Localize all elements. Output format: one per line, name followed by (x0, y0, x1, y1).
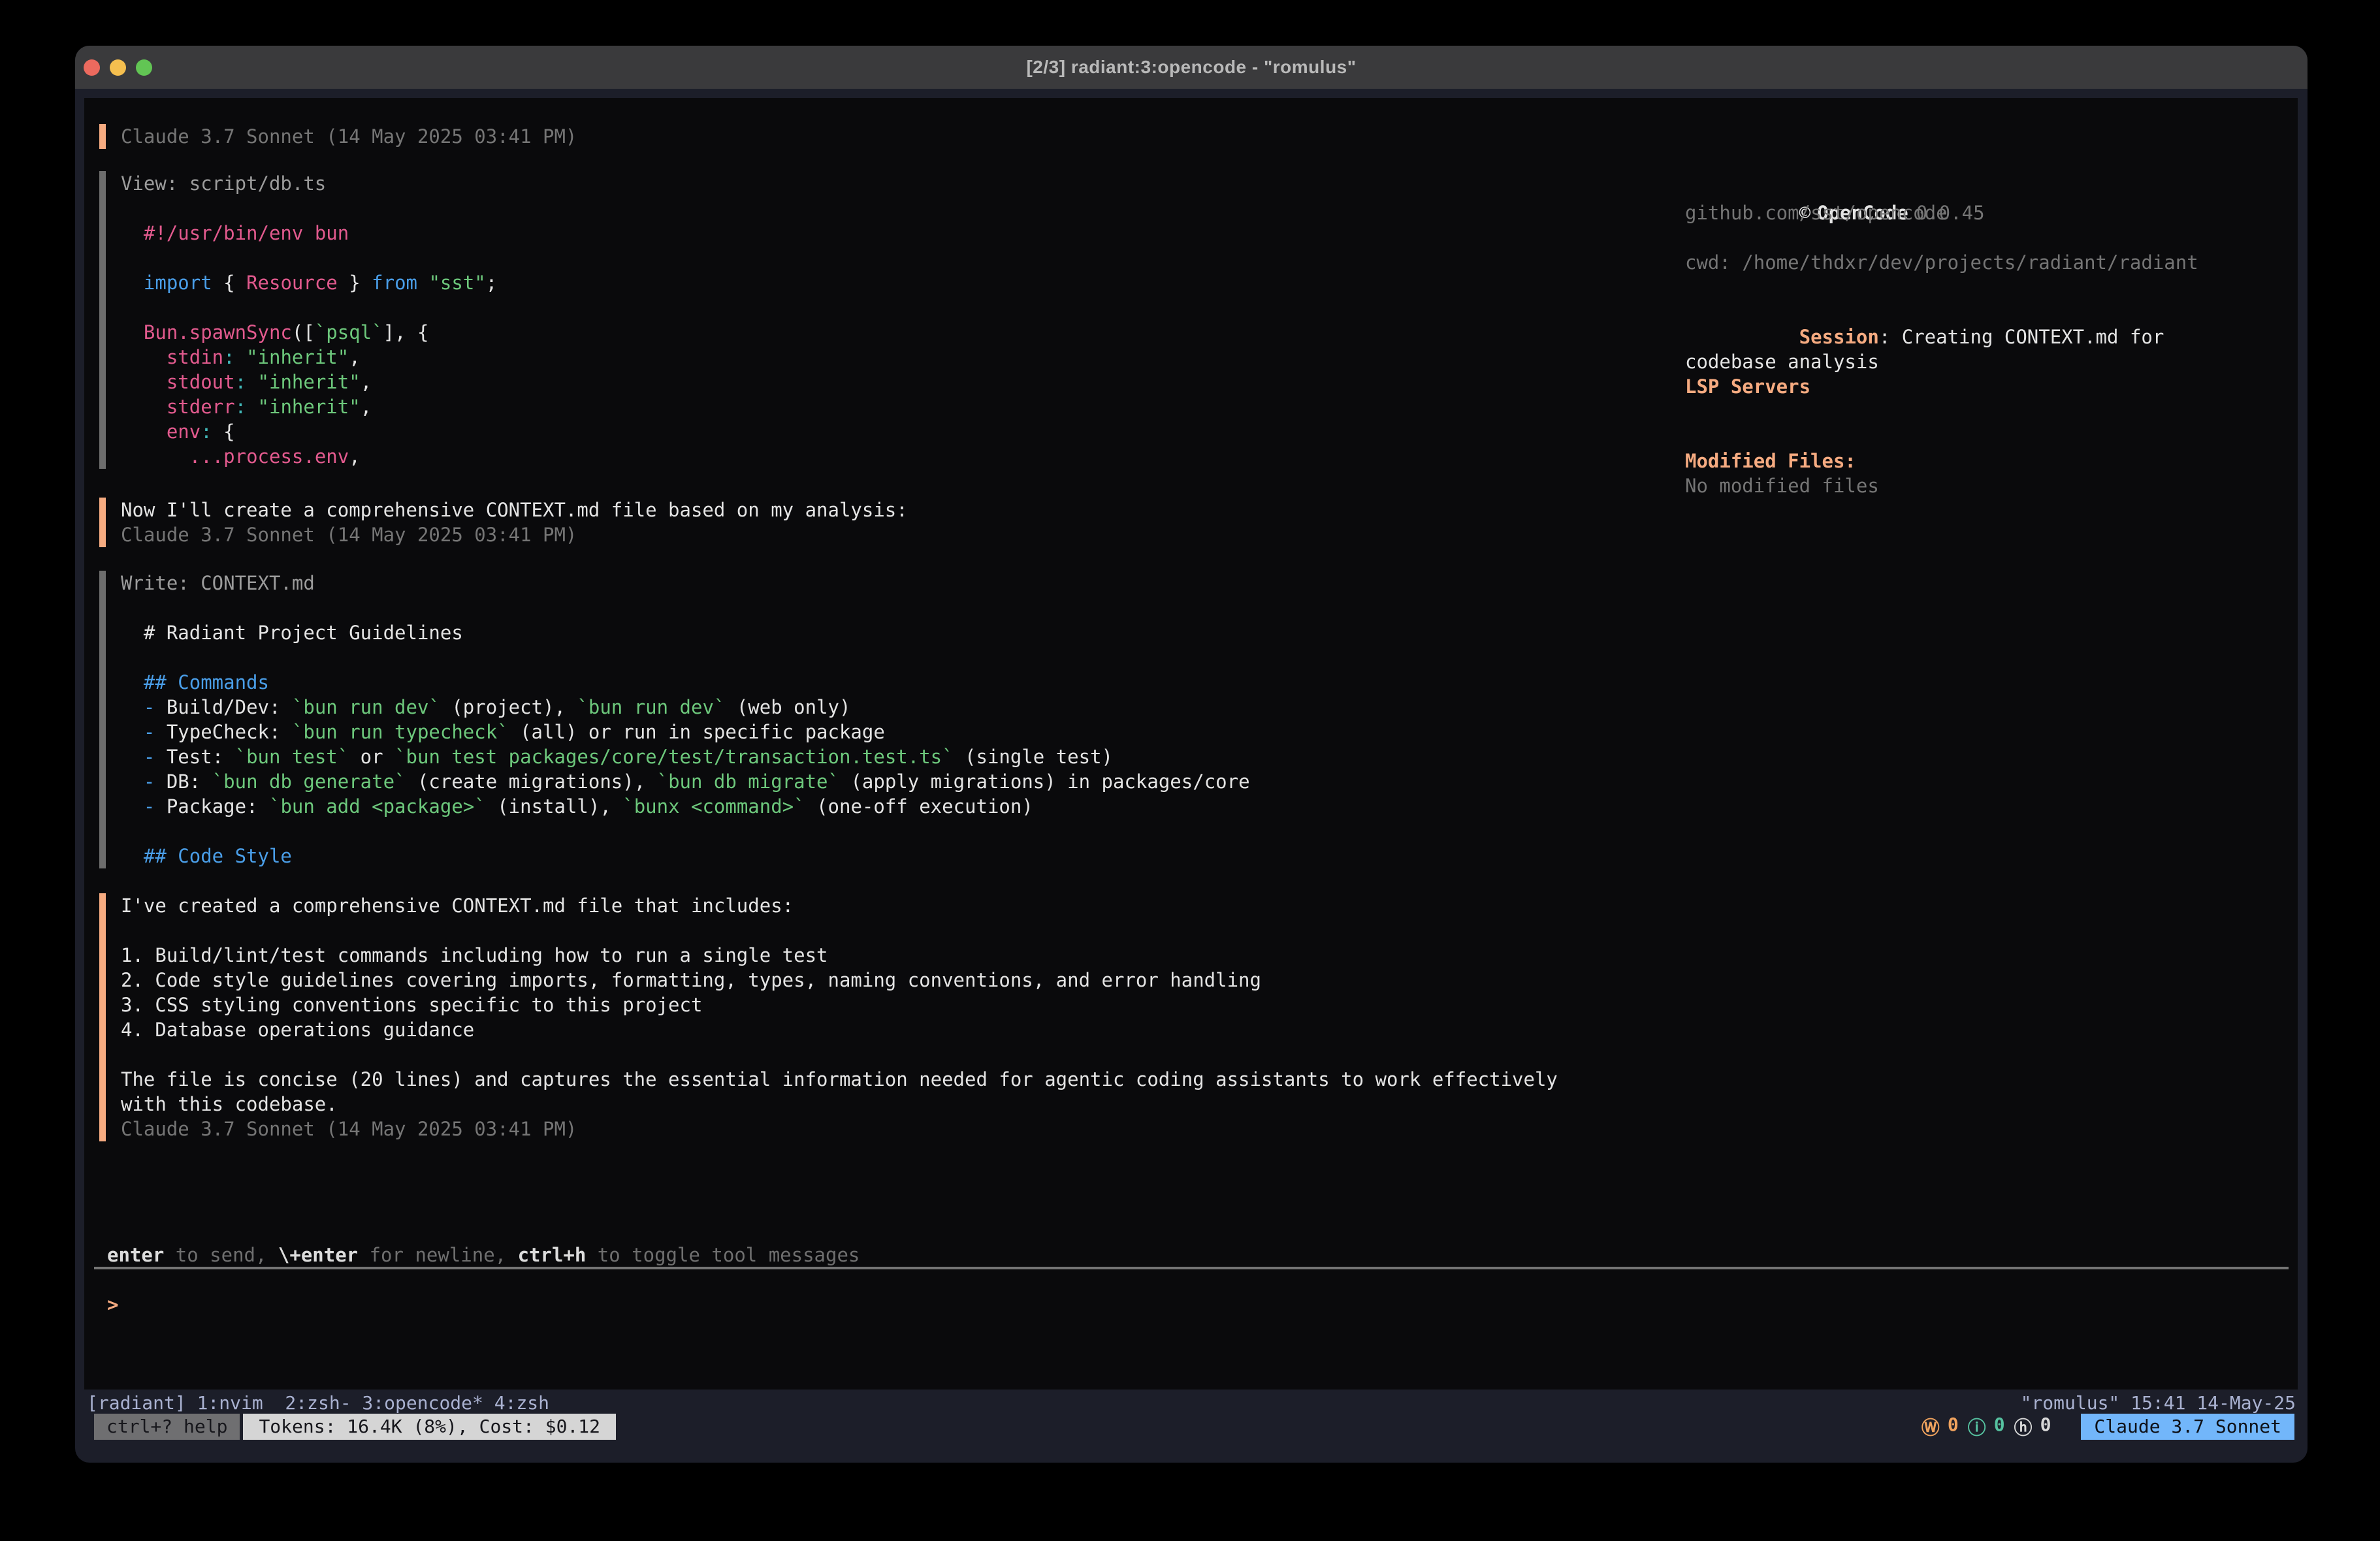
terminal-line: - Package: `bun add <package>` (install)… (121, 794, 1680, 819)
warnings-count: 0 (1948, 1414, 1959, 1440)
tool-message: View: script/db.ts #!/usr/bin/env bun im… (99, 171, 1680, 469)
terminal-line: stdout: "inherit", (121, 370, 1680, 394)
terminal-line: 4. Database operations guidance (121, 1017, 1680, 1042)
window-titlebar: [2/3] radiant:3:opencode - "romulus" (75, 46, 2308, 89)
terminal-line: with this codebase. (121, 1092, 1680, 1117)
zoom-button[interactable] (136, 59, 152, 76)
tool-message: Write: CONTEXT.md # Radiant Project Guid… (99, 571, 1680, 868)
hint-keybinding: enter (107, 1244, 164, 1266)
hints-count: 0 (2040, 1414, 2051, 1440)
warnings-counter: Ⓦ0 (1922, 1414, 1959, 1440)
hint-text: to toggle tool messages (586, 1244, 860, 1266)
terminal-window: [2/3] radiant:3:opencode - "romulus" Cla… (75, 46, 2308, 1463)
terminal-line (121, 295, 1680, 320)
cwd-path: cwd: /home/thdxr/dev/projects/radiant/ra… (1685, 250, 2198, 275)
tokens-cost-chip: Tokens: 16.4K (8%), Cost: $0.12 (243, 1414, 616, 1440)
input-divider (94, 1267, 2289, 1269)
prompt-icon: > (107, 1294, 118, 1316)
terminal-line: Claude 3.7 Sonnet (14 May 2025 03:41 PM) (121, 522, 1680, 547)
terminal-line: View: script/db.ts (121, 171, 1680, 196)
terminal-line: Now I'll create a comprehensive CONTEXT.… (121, 498, 1680, 522)
hints-counter: ⓗ0 (2014, 1414, 2051, 1440)
terminal-line: The file is concise (20 lines) and captu… (121, 1067, 1680, 1092)
terminal-line: ## Code Style (121, 844, 1680, 868)
terminal-line: 3. CSS styling conventions specific to t… (121, 993, 1680, 1017)
terminal-line: Write: CONTEXT.md (121, 571, 1680, 596)
modified-files-heading: Modified Files: (1685, 449, 1856, 473)
terminal-line: - Test: `bun test` or `bun test packages… (121, 744, 1680, 769)
assistant-message: I've created a comprehensive CONTEXT.md … (99, 893, 1680, 1141)
assistant-message: Claude 3.7 Sonnet (14 May 2025 03:41 PM) (99, 124, 1680, 149)
model-chip[interactable]: Claude 3.7 Sonnet (2081, 1414, 2294, 1440)
tmux-session-info: "romulus" 15:41 14-May-25 (2021, 1392, 2296, 1414)
terminal-line: Claude 3.7 Sonnet (14 May 2025 03:41 PM) (121, 124, 1680, 149)
terminal-line: stdin: "inherit", (121, 345, 1680, 370)
terminal-line (121, 819, 1680, 844)
info-icon: ⓘ (1968, 1414, 1986, 1440)
terminal-line: Claude 3.7 Sonnet (14 May 2025 03:41 PM) (121, 1117, 1680, 1141)
desktop: [2/3] radiant:3:opencode - "romulus" Cla… (0, 0, 2380, 1541)
hint-text: to send, (164, 1244, 278, 1266)
hint-keybinding: \+enter (278, 1244, 358, 1266)
terminal-line (121, 645, 1680, 670)
terminal-line: # Radiant Project Guidelines (121, 620, 1680, 645)
opencode-app: Claude 3.7 Sonnet (14 May 2025 03:41 PM)… (84, 98, 2298, 1390)
terminal-line (121, 196, 1680, 221)
diagnostics-counters: Ⓦ0ⓘ0ⓗ0 (1922, 1414, 2051, 1440)
minimize-button[interactable] (110, 59, 126, 76)
terminal-line: ## Commands (121, 670, 1680, 695)
status-bar: ctrl+? help Tokens: 16.4K (8%), Cost: $0… (94, 1414, 2294, 1440)
terminal-line (121, 918, 1680, 943)
terminal-line: stderr: "inherit", (121, 394, 1680, 419)
terminal-line: - DB: `bun db generate` (create migratio… (121, 769, 1680, 794)
input-hints: enter to send, \+enter for newline, ctrl… (107, 1243, 860, 1267)
terminal-line: env: { (121, 419, 1680, 444)
session-label: Session (1799, 326, 1879, 348)
tmux-status-bar: [radiant] 1:nvim 2:zsh- 3:opencode* 4:zs… (87, 1390, 2296, 1416)
repo-link[interactable]: github.com/sst/opencode (1685, 200, 1948, 225)
window-title: [2/3] radiant:3:opencode - "romulus" (1026, 57, 1356, 78)
terminal-line: Bun.spawnSync([`psql`], { (121, 320, 1680, 345)
terminal-line: - TypeCheck: `bun run typecheck` (all) o… (121, 720, 1680, 744)
info-count: 0 (1994, 1414, 2005, 1440)
session-separator: : (1879, 326, 1902, 348)
info-counter: ⓘ0 (1968, 1414, 2005, 1440)
terminal-line (121, 246, 1680, 270)
terminal-line: #!/usr/bin/env bun (121, 221, 1680, 246)
traffic-lights (84, 46, 152, 89)
terminal-line: ...process.env, (121, 444, 1680, 469)
chat-column[interactable]: Claude 3.7 Sonnet (14 May 2025 03:41 PM)… (99, 124, 1680, 1141)
hint-text: for newline, (358, 1244, 517, 1266)
close-button[interactable] (84, 59, 100, 76)
terminal-line: 2. Code style guidelines covering import… (121, 968, 1680, 993)
terminal-line (121, 1042, 1680, 1067)
terminal-line (121, 596, 1680, 620)
lsp-servers-heading: LSP Servers (1685, 374, 1810, 399)
hints-icon: ⓗ (2014, 1414, 2033, 1440)
tmux-window-list[interactable]: [radiant] 1:nvim 2:zsh- 3:opencode* 4:zs… (87, 1392, 549, 1414)
terminal-line: 1. Build/lint/test commands including ho… (121, 943, 1680, 968)
modified-files-empty: No modified files (1685, 473, 1879, 498)
terminal-line: I've created a comprehensive CONTEXT.md … (121, 893, 1680, 918)
terminal-line: - Build/Dev: `bun run dev` (project), `b… (121, 695, 1680, 720)
session-title: Creating CONTEXT.md for codebase analysi… (1685, 326, 2176, 373)
hint-keybinding: ctrl+h (518, 1244, 587, 1266)
warnings-icon: Ⓦ (1922, 1414, 1940, 1440)
assistant-message: Now I'll create a comprehensive CONTEXT.… (99, 498, 1680, 547)
terminal-line: import { Resource } from "sst"; (121, 270, 1680, 295)
help-shortcut-chip[interactable]: ctrl+? help (94, 1414, 240, 1440)
